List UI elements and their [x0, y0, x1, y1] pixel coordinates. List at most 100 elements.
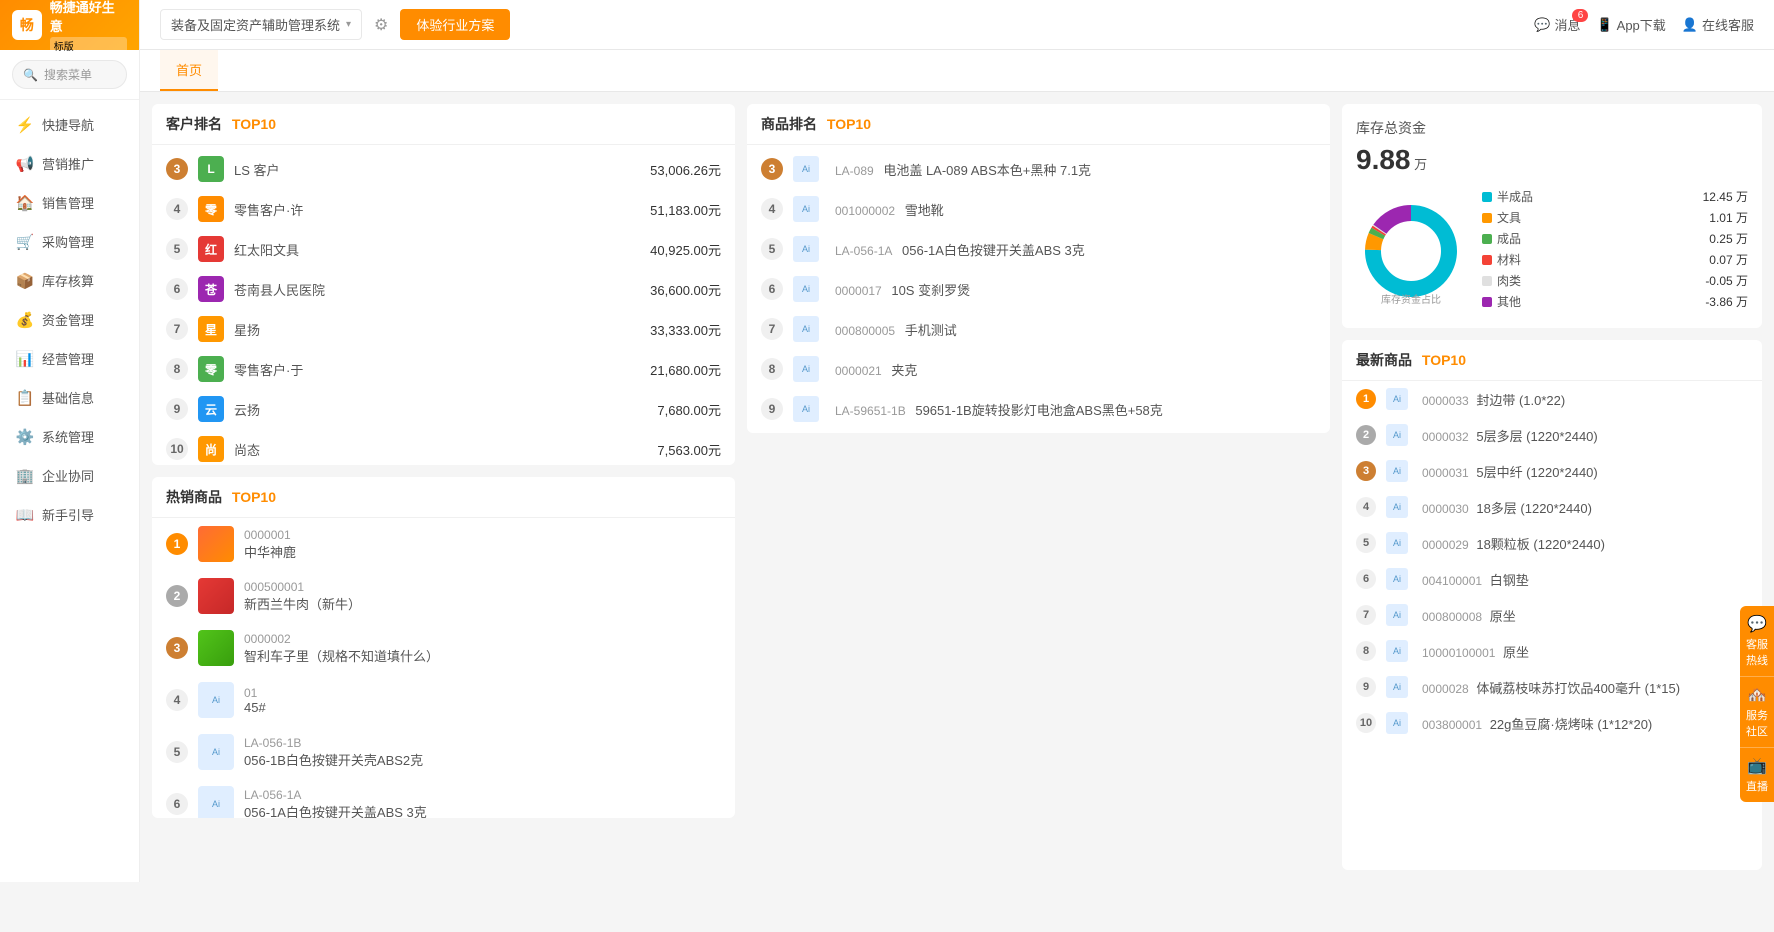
customer-name: 红太阳文具	[234, 240, 640, 259]
messages-badge: 6	[1572, 9, 1588, 22]
product-code: 0000021	[835, 364, 882, 378]
product-info: 0000017 10S 变刹罗煲	[835, 280, 1316, 299]
nav-label-operations: 经营管理	[42, 349, 94, 368]
nav-item-guide[interactable]: 📖 新手引导	[0, 495, 139, 534]
app-selector[interactable]: 装备及固定资产辅助管理系统 ▾	[160, 9, 362, 40]
rank-number: 2	[1356, 425, 1376, 445]
nav-item-inventory[interactable]: 📦 库存核算	[0, 261, 139, 300]
customer-service-button[interactable]: 💬 客服 热线	[1740, 606, 1774, 677]
community-icon: 🏘️	[1747, 685, 1767, 705]
product-name: 056-1A白色按键开关盖ABS 3克	[902, 243, 1085, 258]
product-thumbnail: Ai	[1386, 424, 1408, 446]
legend-item: 肉类 -0.05 万	[1482, 272, 1748, 289]
search-menu-button[interactable]: 🔍 搜索菜单	[12, 60, 127, 89]
middle-column: 商品排名 TOP10 3 Ai LA-089 电池盖 LA-089 ABS本色+…	[747, 104, 1330, 870]
rank-number: 9	[1356, 677, 1376, 697]
logo-icon: 畅	[12, 10, 42, 40]
product-info: LA-089 电池盖 LA-089 ABS本色+黑种 7.1克	[835, 160, 1316, 179]
nav-icon-marketing: 📢	[16, 155, 34, 173]
settings-gear-icon[interactable]: ⚙	[374, 15, 388, 35]
nav-item-system[interactable]: ⚙️ 系统管理	[0, 417, 139, 456]
inventory-donut-chart: 库存资金占比	[1356, 196, 1466, 306]
product-thumbnail: Ai	[1386, 460, 1408, 482]
top-header: 装备及固定资产辅助管理系统 ▾ ⚙ 体验行业方案 💬 消息 6 📱 App下载 …	[140, 0, 1774, 50]
product-ranking-list: 3 Ai LA-089 电池盖 LA-089 ABS本色+黑种 7.1克 4 A…	[747, 145, 1330, 433]
nav-label-quick: 快捷导航	[42, 115, 94, 134]
product-name: 电池盖 LA-089 ABS本色+黑种 7.1克	[883, 163, 1091, 178]
nav-item-quick[interactable]: ⚡ 快捷导航	[0, 105, 139, 144]
list-item: 5 Ai 0000029 18颗粒板 (1220*2440)	[1342, 525, 1762, 561]
avatar: 红	[198, 236, 224, 262]
list-item: 5 Ai LA-056-1A 056-1A白色按键开关盖ABS 3克	[747, 229, 1330, 269]
list-item: 6 Ai 0000017 10S 变刹罗煲	[747, 269, 1330, 309]
rank-number: 8	[166, 358, 188, 380]
inventory-title: 库存总资金	[1356, 118, 1748, 138]
product-code: 0000033	[1422, 394, 1469, 408]
list-item: 10 Ai 003800001 22g鱼豆腐·烧烤味 (1*12*20)	[1342, 705, 1762, 741]
product-thumbnail: Ai	[793, 356, 819, 382]
nav-icon-finance: 💰	[16, 311, 34, 329]
product-info: 0000028 体碱荔枝味苏打饮品400毫升 (1*15)	[1422, 678, 1748, 697]
product-code: 0000002	[244, 632, 721, 646]
legend-value: 1.01 万	[1709, 209, 1748, 226]
product-info: 000500001 新西兰牛肉（新牛）	[244, 580, 721, 613]
product-name: 18颗粒板 (1220*2440)	[1476, 537, 1605, 552]
product-code: 0000031	[1422, 466, 1469, 480]
product-ranking-title: 商品排名 TOP10	[761, 114, 871, 134]
legend-label: 半成品	[1497, 188, 1703, 205]
customer-value: 51,183.00元	[650, 200, 721, 219]
customer-service-label: 客服	[1746, 636, 1768, 652]
nav-item-purchase[interactable]: 🛒 采购管理	[0, 222, 139, 261]
rank-number: 3	[166, 637, 188, 659]
nav-item-base-info[interactable]: 📋 基础信息	[0, 378, 139, 417]
nav-item-finance[interactable]: 💰 资金管理	[0, 300, 139, 339]
legend-dot	[1482, 276, 1492, 286]
customer-value: 40,925.00元	[650, 240, 721, 259]
tab-home[interactable]: 首页	[160, 50, 218, 91]
nav-item-enterprise[interactable]: 🏢 企业协同	[0, 456, 139, 495]
inventory-card: 库存总资金 9.88 万	[1342, 104, 1762, 328]
list-item: 3 0000002 智利车子里（规格不知道填什么）	[152, 622, 735, 674]
service-community-button[interactable]: 🏘️ 服务 社区	[1740, 677, 1774, 748]
product-thumbnail: Ai	[1386, 712, 1408, 734]
product-name: 45#	[244, 700, 721, 715]
product-name: 智利车子里（规格不知道填什么）	[244, 646, 721, 665]
search-icon: 🔍	[23, 68, 38, 82]
app-download-button[interactable]: 📱 App下载	[1596, 15, 1665, 34]
live-button[interactable]: 📺 直播	[1740, 748, 1774, 802]
product-code: 0000029	[1422, 538, 1469, 552]
newest-products-title: 最新商品 TOP10	[1356, 352, 1466, 368]
nav-label-sales: 销售管理	[42, 193, 94, 212]
legend-item: 半成品 12.45 万	[1482, 188, 1748, 205]
list-item: 8 零 零售客户·于 21,680.00元	[152, 349, 735, 389]
product-info: 004100001 白钢垫	[1422, 570, 1748, 589]
product-image	[198, 630, 234, 666]
legend-value: 12.45 万	[1703, 188, 1748, 205]
customer-value: 53,006.26元	[650, 160, 721, 179]
header-actions: 💬 消息 6 📱 App下载 👤 在线客服	[1534, 15, 1754, 34]
product-code: LA-056-1A	[835, 244, 892, 258]
customer-value: 7,680.00元	[657, 400, 721, 419]
nav-item-operations[interactable]: 📊 经营管理	[0, 339, 139, 378]
list-item: 6 Ai 004100001 白钢垫	[1342, 561, 1762, 597]
nav-item-marketing[interactable]: 📢 营销推广	[0, 144, 139, 183]
product-code: 001000002	[835, 204, 895, 218]
service-label: 服务	[1746, 707, 1768, 723]
inventory-amount-unit: 万	[1414, 157, 1427, 172]
product-name: 原坐	[1503, 645, 1529, 660]
list-item: 8 Ai 0000021 夹克	[747, 349, 1330, 389]
product-name: 封边带 (1.0*22)	[1476, 393, 1565, 408]
main-navigation: ⚡ 快捷导航 📢 营销推广 🏠 销售管理 🛒 采购管理 📦 库存核算 💰 资金管…	[0, 100, 139, 882]
product-code: 003800001	[1422, 718, 1482, 732]
product-thumbnail: Ai	[1386, 532, 1408, 554]
messages-button[interactable]: 💬 消息 6	[1534, 15, 1580, 34]
avatar: 苍	[198, 276, 224, 302]
product-info: LA-056-1B 056-1B白色按键开关壳ABS2克	[244, 736, 721, 769]
legend-value: -3.86 万	[1705, 293, 1748, 310]
avatar: 零	[198, 356, 224, 382]
legend-value: 0.07 万	[1709, 251, 1748, 268]
online-service-button[interactable]: 👤 在线客服	[1682, 15, 1754, 34]
nav-item-sales[interactable]: 🏠 销售管理	[0, 183, 139, 222]
hotline-label: 热线	[1746, 652, 1768, 668]
trial-button[interactable]: 体验行业方案	[400, 9, 510, 40]
